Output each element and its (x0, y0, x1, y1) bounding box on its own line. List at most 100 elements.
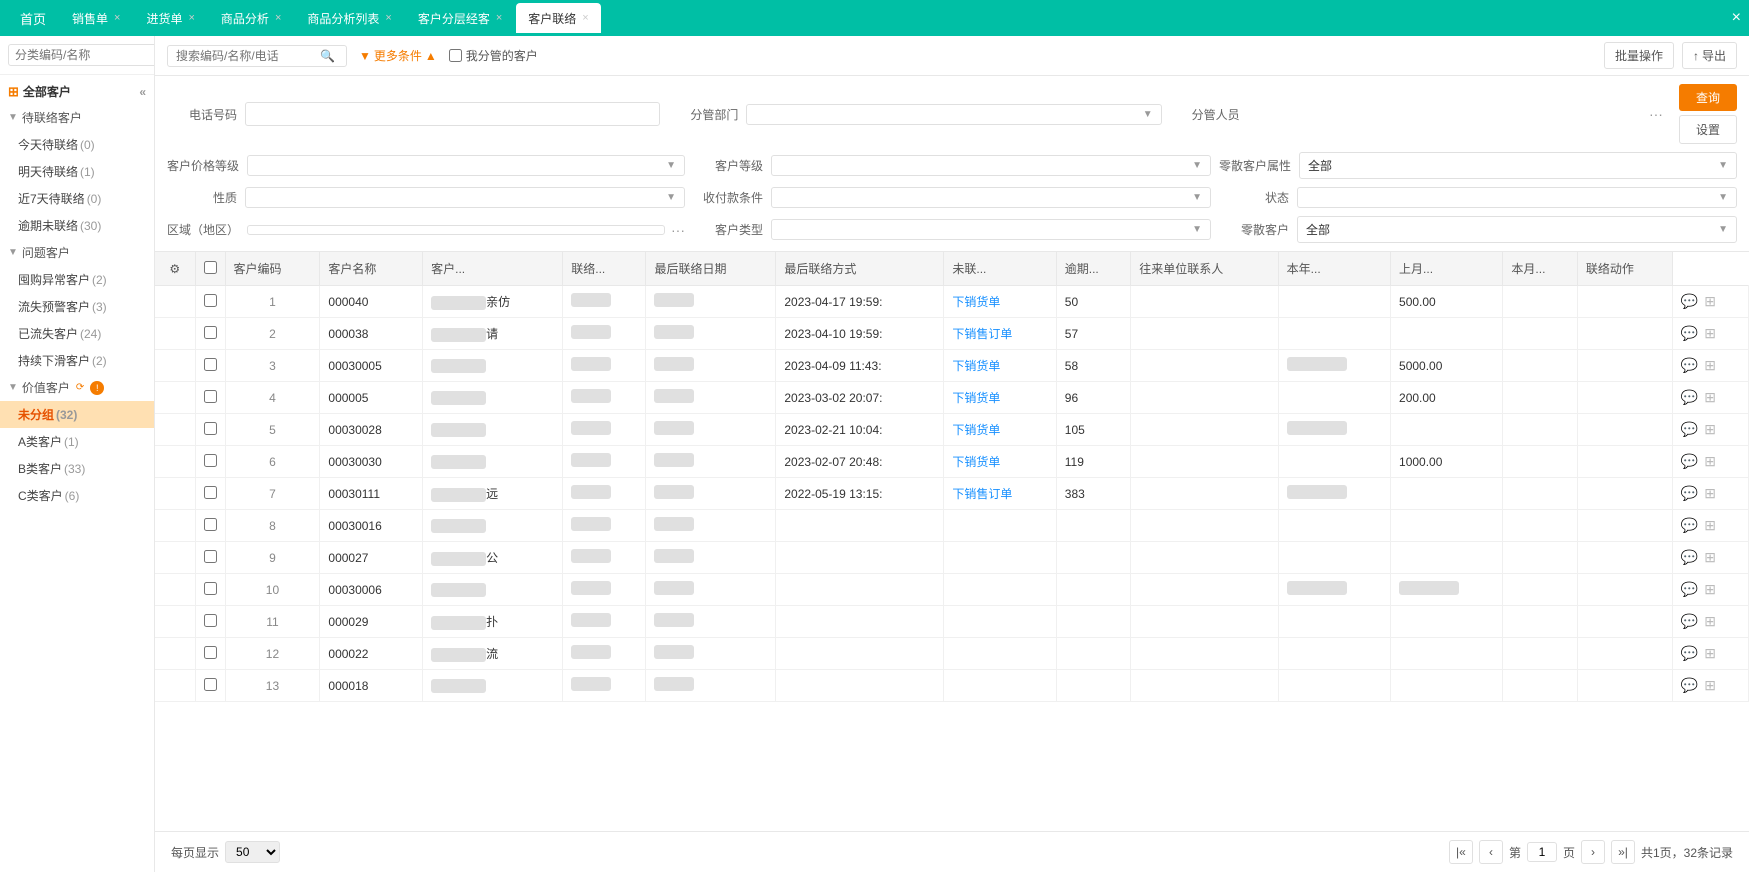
filter-nature-select[interactable]: ▼ (245, 187, 685, 208)
select-all-checkbox[interactable] (204, 261, 217, 274)
row-select-checkbox[interactable] (204, 550, 217, 563)
row-select-checkbox[interactable] (204, 454, 217, 467)
filter-customer-level-select[interactable]: ▼ (771, 155, 1211, 176)
message-action-icon[interactable]: 💬 (1681, 421, 1698, 438)
row-select-checkbox[interactable] (204, 518, 217, 531)
batch-operation-button[interactable]: 批量操作 (1604, 42, 1674, 69)
sidebar-group-pending[interactable]: ▼ 待联络客户 (0, 104, 154, 131)
grid-action-icon[interactable]: ⊞ (1704, 357, 1716, 374)
message-action-icon[interactable]: 💬 (1681, 613, 1698, 630)
grid-action-icon[interactable]: ⊞ (1704, 325, 1716, 342)
page-last-button[interactable]: »| (1611, 840, 1635, 864)
nav-tab-customer-contact[interactable]: 客户联络 × (516, 3, 600, 33)
message-action-icon[interactable]: 💬 (1681, 485, 1698, 502)
message-action-icon[interactable]: 💬 (1681, 549, 1698, 566)
nav-tab-product-analysis-list[interactable]: 商品分析列表 × (295, 3, 403, 33)
sidebar-item-churned[interactable]: 已流失客户 (24) (0, 320, 154, 347)
row-select-checkbox[interactable] (204, 582, 217, 595)
grid-action-icon[interactable]: ⊞ (1704, 581, 1716, 598)
filter-more-btn[interactable]: ▼ 更多条件 ▲ (359, 47, 437, 64)
nav-tab-sales[interactable]: 销售单 × (60, 3, 132, 33)
message-action-icon[interactable]: 💬 (1681, 677, 1698, 694)
grid-action-icon[interactable]: ⊞ (1704, 453, 1716, 470)
last-method-link[interactable]: 下销货单 (952, 455, 1000, 469)
filter-manager-dots[interactable]: ··· (1649, 106, 1663, 122)
message-action-icon[interactable]: 💬 (1681, 325, 1698, 342)
per-page-select[interactable]: 50 100 (225, 841, 280, 863)
last-method-link[interactable]: 下销售订单 (952, 327, 1012, 341)
close-icon[interactable]: × (188, 12, 194, 24)
filter-dept-select[interactable]: ▼ (746, 104, 1161, 125)
sidebar-item-class-a[interactable]: A类客户 (1) (0, 428, 154, 455)
last-method-link[interactable]: 下销货单 (952, 359, 1000, 373)
row-select-checkbox[interactable] (204, 646, 217, 659)
sidebar-item-7days[interactable]: 近7天待联络 (0) (0, 185, 154, 212)
row-select-checkbox[interactable] (204, 294, 217, 307)
message-action-icon[interactable]: 💬 (1681, 645, 1698, 662)
grid-action-icon[interactable]: ⊞ (1704, 645, 1716, 662)
settings-column-header[interactable]: ⚙ (155, 252, 195, 286)
page-first-button[interactable]: |« (1449, 840, 1473, 864)
collapse-icon[interactable]: « (139, 85, 146, 99)
row-select-checkbox[interactable] (204, 390, 217, 403)
filter-price-level-select[interactable]: ▼ (247, 155, 685, 176)
row-select-checkbox[interactable] (204, 358, 217, 371)
message-action-icon[interactable]: 💬 (1681, 389, 1698, 406)
export-button[interactable]: ↑ 导出 (1682, 42, 1737, 69)
row-select-checkbox[interactable] (204, 422, 217, 435)
sidebar-item-tomorrow[interactable]: 明天待联络 (1) (0, 158, 154, 185)
grid-action-icon[interactable]: ⊞ (1704, 677, 1716, 694)
message-action-icon[interactable]: 💬 (1681, 453, 1698, 470)
close-icon[interactable]: × (496, 12, 502, 24)
page-number-input[interactable] (1527, 842, 1557, 862)
close-icon[interactable]: × (114, 12, 120, 24)
last-method-link[interactable]: 下销货单 (952, 423, 1000, 437)
grid-action-icon[interactable]: ⊞ (1704, 485, 1716, 502)
nav-tab-customer-segment[interactable]: 客户分层经客 × (406, 3, 514, 33)
sidebar-item-class-b[interactable]: B类客户 (33) (0, 455, 154, 482)
filter-region-dots[interactable]: ··· (671, 222, 685, 238)
sidebar-item-today[interactable]: 今天待联络 (0) (0, 131, 154, 158)
sidebar-group-value[interactable]: ▼ 价值客户 ⟳ ! (0, 374, 154, 401)
grid-action-icon[interactable]: ⊞ (1704, 421, 1716, 438)
filter-phone-input[interactable] (245, 102, 660, 126)
sidebar-search-input[interactable] (8, 44, 155, 66)
all-customers-header[interactable]: ⊞ 全部客户 « (0, 75, 154, 104)
last-method-link[interactable]: 下销货单 (952, 391, 1000, 405)
close-icon[interactable]: × (582, 12, 588, 24)
close-icon[interactable]: × (385, 12, 391, 24)
sidebar-item-class-c[interactable]: C类客户 (6) (0, 482, 154, 509)
query-button[interactable]: 查询 (1679, 84, 1737, 111)
nav-home[interactable]: 首页 (8, 9, 58, 28)
message-action-icon[interactable]: 💬 (1681, 517, 1698, 534)
grid-action-icon[interactable]: ⊞ (1704, 389, 1716, 406)
grid-action-icon[interactable]: ⊞ (1704, 517, 1716, 534)
grid-action-icon[interactable]: ⊞ (1704, 549, 1716, 566)
filter-customer-type-select[interactable]: ▼ (771, 219, 1211, 240)
page-prev-button[interactable]: ‹ (1479, 840, 1503, 864)
filter-search-input[interactable] (176, 49, 316, 63)
message-action-icon[interactable]: 💬 (1681, 581, 1698, 598)
filter-retail-select[interactable]: 全部 ▼ (1297, 216, 1737, 243)
sidebar-item-declining[interactable]: 持续下滑客户 (2) (0, 347, 154, 374)
sidebar-item-abnormal[interactable]: 囤购异常客户 (2) (0, 266, 154, 293)
my-customers-checkbox[interactable]: 我分管的客户 (449, 47, 538, 64)
filter-status-select[interactable]: ▼ (1297, 187, 1737, 208)
sidebar-item-overdue[interactable]: 逾期未联络 (30) (0, 212, 154, 239)
window-close-button[interactable]: × (1732, 9, 1741, 27)
sidebar-item-unclassified[interactable]: 未分组 (32) (0, 401, 154, 428)
close-icon[interactable]: × (275, 12, 281, 24)
nav-tab-product-analysis[interactable]: 商品分析 × (209, 3, 293, 33)
message-action-icon[interactable]: 💬 (1681, 357, 1698, 374)
filter-payment-select[interactable]: ▼ (771, 187, 1211, 208)
row-select-checkbox[interactable] (204, 678, 217, 691)
filter-region-select[interactable] (247, 225, 665, 235)
reset-button[interactable]: 设置 (1679, 115, 1737, 144)
grid-action-icon[interactable]: ⊞ (1704, 613, 1716, 630)
filter-retail-attr-select[interactable]: 全部 ▼ (1299, 152, 1737, 179)
grid-action-icon[interactable]: ⊞ (1704, 293, 1716, 310)
my-customers-check[interactable] (449, 49, 462, 62)
message-action-icon[interactable]: 💬 (1681, 293, 1698, 310)
page-next-button[interactable]: › (1581, 840, 1605, 864)
sidebar-item-churn-warning[interactable]: 流失预警客户 (3) (0, 293, 154, 320)
